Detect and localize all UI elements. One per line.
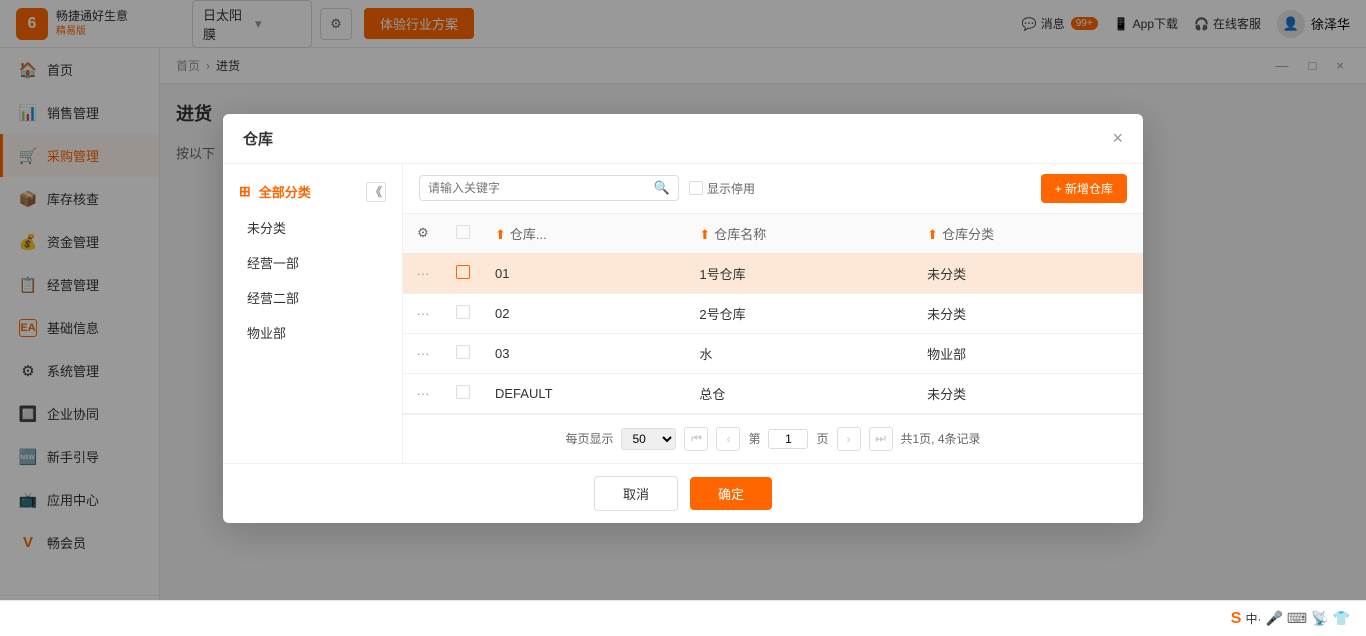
next-page-button[interactable]: › (837, 427, 861, 451)
s-logo: S (1231, 610, 1242, 628)
row-checkbox[interactable] (443, 333, 483, 373)
system-label: 中· (1245, 610, 1261, 627)
system-bar: S 中· 🎤 ⌨ 📡 👕 (0, 600, 1366, 636)
row-checkbox[interactable] (443, 253, 483, 293)
row-name: 水 (687, 333, 915, 373)
sort-icon-category: ⬆ (927, 227, 938, 242)
row-category: 未分类 (915, 293, 1143, 333)
table-row[interactable]: ··· DEFAULT 总仓 未分类 (403, 373, 1143, 413)
modal-overlay: 仓库 × ⊞ 全部分类 《 未分类 经营一部 经营二部 物业部 (0, 0, 1366, 636)
show-disabled-checkbox[interactable] (689, 181, 703, 195)
data-panel: 🔍 显示停用 + 新增仓库 ⚙ (403, 164, 1143, 463)
category-all-header[interactable]: ⊞ 全部分类 《 (223, 174, 402, 210)
category-all-label: 全部分类 (259, 182, 311, 201)
modal-header: 仓库 × (223, 114, 1143, 164)
col-gear: ⚙ (403, 214, 443, 254)
total-info: 共1页, 4条记录 (901, 430, 981, 447)
collapse-button[interactable]: 《 (366, 182, 386, 202)
category-item-unclassified[interactable]: 未分类 (223, 210, 402, 245)
table-row[interactable]: ··· 03 水 物业部 (403, 333, 1143, 373)
grid-icon: ⊞ (239, 183, 251, 200)
search-box: 🔍 (419, 175, 679, 201)
sort-icon-code: ⬆ (495, 227, 506, 242)
warehouse-table: ⚙ ⬆仓库... ⬆仓库名称 ⬆仓库分类 ··· 01 (403, 214, 1143, 414)
network-icon[interactable]: 📡 (1311, 610, 1328, 627)
row-actions[interactable]: ··· (403, 293, 443, 333)
modal-body: ⊞ 全部分类 《 未分类 经营一部 经营二部 物业部 🔍 (223, 164, 1143, 463)
last-page-button[interactable]: ⏭ (869, 427, 893, 451)
search-input[interactable] (428, 181, 654, 195)
row-actions[interactable]: ··· (403, 373, 443, 413)
col-checkbox-header[interactable] (443, 214, 483, 254)
search-icon[interactable]: 🔍 (654, 180, 670, 196)
table-row[interactable]: ··· 02 2号仓库 未分类 (403, 293, 1143, 333)
row-checkbox[interactable] (443, 293, 483, 333)
confirm-button[interactable]: 确定 (690, 477, 772, 510)
mic-icon[interactable]: 🎤 (1265, 610, 1282, 627)
table-row[interactable]: ··· 01 1号仓库 未分类 (403, 253, 1143, 293)
row-checkbox[interactable] (443, 373, 483, 413)
select-all-checkbox[interactable] (456, 225, 470, 239)
row-category: 未分类 (915, 373, 1143, 413)
col-category[interactable]: ⬆仓库分类 (915, 214, 1143, 254)
first-page-button[interactable]: ⏮ (684, 427, 708, 451)
show-disabled-label[interactable]: 显示停用 (689, 180, 755, 197)
page-label-before: 第 (748, 430, 760, 447)
col-code[interactable]: ⬆仓库... (483, 214, 687, 254)
row-name: 总仓 (687, 373, 915, 413)
row-actions[interactable]: ··· (403, 253, 443, 293)
row-index: 02 (483, 293, 687, 333)
per-page-select[interactable]: 50 100 200 (621, 428, 676, 450)
category-item-property[interactable]: 物业部 (223, 315, 402, 350)
row-actions[interactable]: ··· (403, 333, 443, 373)
modal-footer: 取消 确定 (223, 463, 1143, 523)
row-category: 未分类 (915, 253, 1143, 293)
data-toolbar: 🔍 显示停用 + 新增仓库 (403, 164, 1143, 214)
cancel-button[interactable]: 取消 (594, 476, 678, 511)
shirt-icon[interactable]: 👕 (1333, 610, 1350, 627)
page-label-after: 页 (816, 430, 828, 447)
category-item-ops1[interactable]: 经营一部 (223, 245, 402, 280)
add-warehouse-button[interactable]: + 新增仓库 (1041, 174, 1127, 203)
row-index: DEFAULT (483, 373, 687, 413)
col-name[interactable]: ⬆仓库名称 (687, 214, 915, 254)
row-index: 03 (483, 333, 687, 373)
modal-close-button[interactable]: × (1112, 128, 1123, 149)
row-name: 2号仓库 (687, 293, 915, 333)
warehouse-modal: 仓库 × ⊞ 全部分类 《 未分类 经营一部 经营二部 物业部 (223, 114, 1143, 523)
keyboard-icon[interactable]: ⌨ (1287, 610, 1307, 627)
prev-page-button[interactable]: ‹ (716, 427, 740, 451)
row-category: 物业部 (915, 333, 1143, 373)
sort-icon-name: ⬆ (699, 227, 710, 242)
modal-title: 仓库 (243, 128, 273, 149)
pagination: 每页显示 50 100 200 ⏮ ‹ 第 页 › ⏭ 共1页, 4条记录 (403, 414, 1143, 463)
category-item-ops2[interactable]: 经营二部 (223, 280, 402, 315)
per-page-label: 每页显示 (565, 430, 613, 447)
row-name: 1号仓库 (687, 253, 915, 293)
system-brand: S 中· 🎤 ⌨ 📡 👕 (1231, 610, 1350, 628)
row-index: 01 (483, 253, 687, 293)
category-panel: ⊞ 全部分类 《 未分类 经营一部 经营二部 物业部 (223, 164, 403, 463)
page-number-input[interactable] (768, 429, 808, 449)
